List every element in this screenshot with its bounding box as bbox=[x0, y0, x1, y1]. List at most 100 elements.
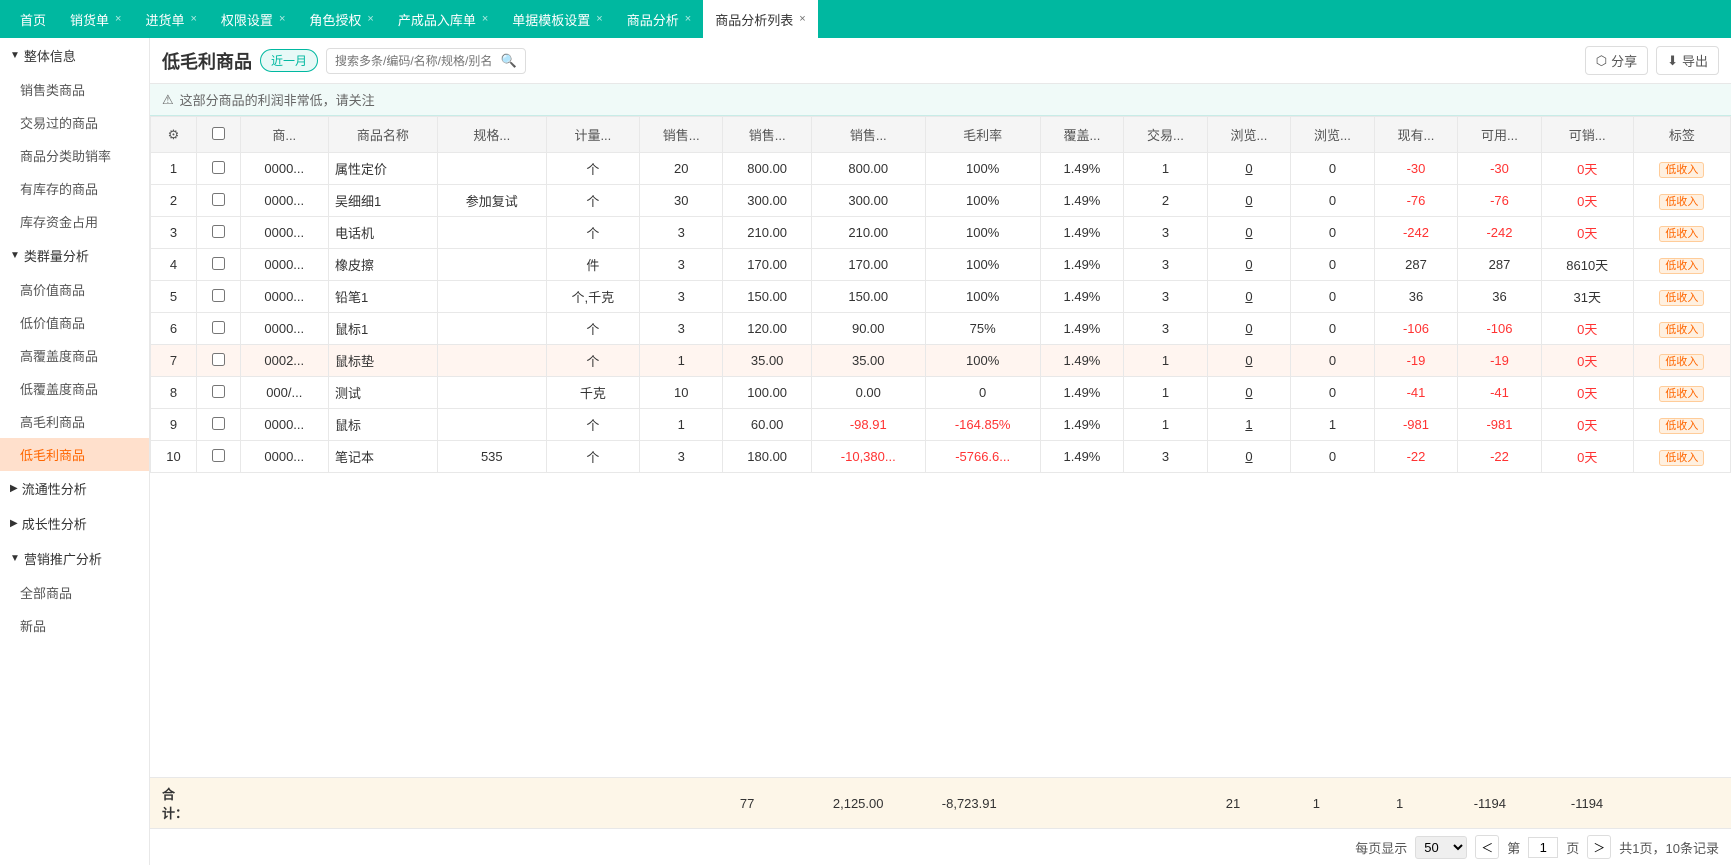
row-coverage: 1.49% bbox=[1040, 153, 1124, 185]
sidebar-item-库存资金占用[interactable]: 库存资金占用 bbox=[0, 205, 149, 238]
views1-link[interactable]: 1 bbox=[1245, 417, 1252, 432]
col-available[interactable]: 可用... bbox=[1458, 117, 1542, 153]
sidebar-item-低毛利商品[interactable]: 低毛利商品 bbox=[0, 438, 149, 471]
nav-close-icon[interactable]: × bbox=[596, 13, 602, 25]
nav-close-icon[interactable]: × bbox=[482, 13, 488, 25]
export-button[interactable]: ⬇ 导出 bbox=[1656, 46, 1719, 75]
col-views1[interactable]: 浏览... bbox=[1207, 117, 1291, 153]
row-views1[interactable]: 0 bbox=[1207, 185, 1291, 217]
sidebar-item-高毛利商品[interactable]: 高毛利商品 bbox=[0, 405, 149, 438]
nav-close-icon[interactable]: × bbox=[799, 13, 805, 25]
col-saleable[interactable]: 可销... bbox=[1541, 117, 1633, 153]
row-checkbox[interactable] bbox=[197, 313, 241, 345]
row-views1[interactable]: 1 bbox=[1207, 409, 1291, 441]
col-views2[interactable]: 浏览... bbox=[1291, 117, 1375, 153]
col-sales2[interactable]: 销售... bbox=[723, 117, 811, 153]
select-all-checkbox[interactable] bbox=[212, 127, 225, 140]
nav-close-icon[interactable]: × bbox=[190, 13, 196, 25]
row-checkbox[interactable] bbox=[197, 345, 241, 377]
row-checkbox[interactable] bbox=[197, 409, 241, 441]
nav-item-商品分析[interactable]: 商品分析× bbox=[615, 0, 703, 38]
export-icon: ⬇ bbox=[1667, 53, 1678, 69]
row-margin-rate: 0 bbox=[925, 377, 1040, 409]
sidebar-group-类群量分析[interactable]: ▼ 类群量分析 bbox=[0, 238, 149, 273]
row-checkbox[interactable] bbox=[197, 185, 241, 217]
sidebar-group-整体信息[interactable]: ▼ 整体信息 bbox=[0, 38, 149, 73]
sidebar-item-销售类商品[interactable]: 销售类商品 bbox=[0, 73, 149, 106]
nav-item-产成品入库单[interactable]: 产成品入库单× bbox=[386, 0, 500, 38]
sidebar-item-低覆盖度商品[interactable]: 低覆盖度商品 bbox=[0, 372, 149, 405]
settings-icon[interactable]: ⚙ bbox=[168, 127, 180, 142]
nav-item-首页[interactable]: 首页 bbox=[8, 0, 58, 38]
row-transaction: 3 bbox=[1124, 217, 1208, 249]
search-box[interactable]: 🔍 bbox=[326, 48, 526, 74]
nav-item-商品分析列表[interactable]: 商品分析列表× bbox=[703, 0, 817, 38]
views1-link[interactable]: 0 bbox=[1245, 193, 1252, 208]
page-number-input[interactable] bbox=[1528, 837, 1558, 858]
nav-close-icon[interactable]: × bbox=[279, 13, 285, 25]
row-views1[interactable]: 0 bbox=[1207, 377, 1291, 409]
views1-link[interactable]: 0 bbox=[1245, 225, 1252, 240]
prev-page-button[interactable]: ＜ bbox=[1475, 835, 1499, 859]
sidebar-item-有库存的商品[interactable]: 有库存的商品 bbox=[0, 172, 149, 205]
search-input[interactable] bbox=[335, 54, 497, 68]
nav-item-权限设置[interactable]: 权限设置× bbox=[209, 0, 297, 38]
col-name[interactable]: 商品名称 bbox=[328, 117, 437, 153]
nav-item-单据模板设置[interactable]: 单据模板设置× bbox=[500, 0, 614, 38]
row-views1[interactable]: 0 bbox=[1207, 441, 1291, 473]
nav-item-角色授权[interactable]: 角色授权× bbox=[297, 0, 385, 38]
views1-link[interactable]: 0 bbox=[1245, 289, 1252, 304]
views1-link[interactable]: 0 bbox=[1245, 353, 1252, 368]
col-checkbox[interactable] bbox=[197, 117, 241, 153]
col-code[interactable]: 商... bbox=[240, 117, 328, 153]
sidebar-group-成长性分析[interactable]: ▶ 成长性分析 bbox=[0, 506, 149, 541]
row-margin-rate: 100% bbox=[925, 249, 1040, 281]
sidebar-item-高覆盖度商品[interactable]: 高覆盖度商品 bbox=[0, 339, 149, 372]
views1-link[interactable]: 0 bbox=[1245, 161, 1252, 176]
sidebar-item-新品[interactable]: 新品 bbox=[0, 609, 149, 642]
row-checkbox[interactable] bbox=[197, 281, 241, 313]
nav-item-进货单[interactable]: 进货单× bbox=[133, 0, 208, 38]
nav-close-icon[interactable]: × bbox=[367, 13, 373, 25]
sidebar-item-商品分类助销率[interactable]: 商品分类助销率 bbox=[0, 139, 149, 172]
row-checkbox[interactable] bbox=[197, 249, 241, 281]
row-views1[interactable]: 0 bbox=[1207, 345, 1291, 377]
filter-button[interactable]: 近一月 bbox=[260, 49, 318, 72]
sidebar-item-全部商品[interactable]: 全部商品 bbox=[0, 576, 149, 609]
col-coverage[interactable]: 覆盖... bbox=[1040, 117, 1124, 153]
col-sales3[interactable]: 销售... bbox=[811, 117, 925, 153]
views1-link[interactable]: 0 bbox=[1245, 385, 1252, 400]
row-views1[interactable]: 0 bbox=[1207, 217, 1291, 249]
col-stock[interactable]: 现有... bbox=[1374, 117, 1458, 153]
nav-close-icon[interactable]: × bbox=[115, 13, 121, 25]
row-checkbox[interactable] bbox=[197, 153, 241, 185]
col-margin-rate[interactable]: 毛利率 bbox=[925, 117, 1040, 153]
nav-close-icon[interactable]: × bbox=[685, 13, 691, 25]
nav-item-销货单[interactable]: 销货单× bbox=[58, 0, 133, 38]
row-checkbox[interactable] bbox=[197, 217, 241, 249]
page-size-select[interactable]: 50 100 200 bbox=[1415, 836, 1467, 859]
row-views1[interactable]: 0 bbox=[1207, 153, 1291, 185]
views1-link[interactable]: 0 bbox=[1245, 321, 1252, 336]
row-views1[interactable]: 0 bbox=[1207, 313, 1291, 345]
sidebar-group-流通性分析[interactable]: ▶ 流通性分析 bbox=[0, 471, 149, 506]
views1-link[interactable]: 0 bbox=[1245, 257, 1252, 272]
sidebar-item-低价值商品[interactable]: 低价值商品 bbox=[0, 306, 149, 339]
col-unit[interactable]: 计量... bbox=[546, 117, 639, 153]
share-button[interactable]: ⬡ 分享 bbox=[1585, 46, 1648, 75]
table-row: 4 0000... 橡皮擦 件 3 170.00 170.00 100% 1.4… bbox=[151, 249, 1731, 281]
col-tag[interactable]: 标签 bbox=[1633, 117, 1730, 153]
row-checkbox[interactable] bbox=[197, 377, 241, 409]
sidebar-item-高价值商品[interactable]: 高价值商品 bbox=[0, 273, 149, 306]
row-views1[interactable]: 0 bbox=[1207, 249, 1291, 281]
next-page-button[interactable]: ＞ bbox=[1587, 835, 1611, 859]
sidebar-group-营销推广分析[interactable]: ▼ 营销推广分析 bbox=[0, 541, 149, 576]
sidebar-item-交易过的商品[interactable]: 交易过的商品 bbox=[0, 106, 149, 139]
row-checkbox[interactable] bbox=[197, 441, 241, 473]
col-spec[interactable]: 规格... bbox=[437, 117, 546, 153]
col-settings[interactable]: ⚙ bbox=[151, 117, 197, 153]
col-sales1[interactable]: 销售... bbox=[639, 117, 723, 153]
views1-link[interactable]: 0 bbox=[1245, 449, 1252, 464]
col-transaction[interactable]: 交易... bbox=[1124, 117, 1208, 153]
row-views1[interactable]: 0 bbox=[1207, 281, 1291, 313]
